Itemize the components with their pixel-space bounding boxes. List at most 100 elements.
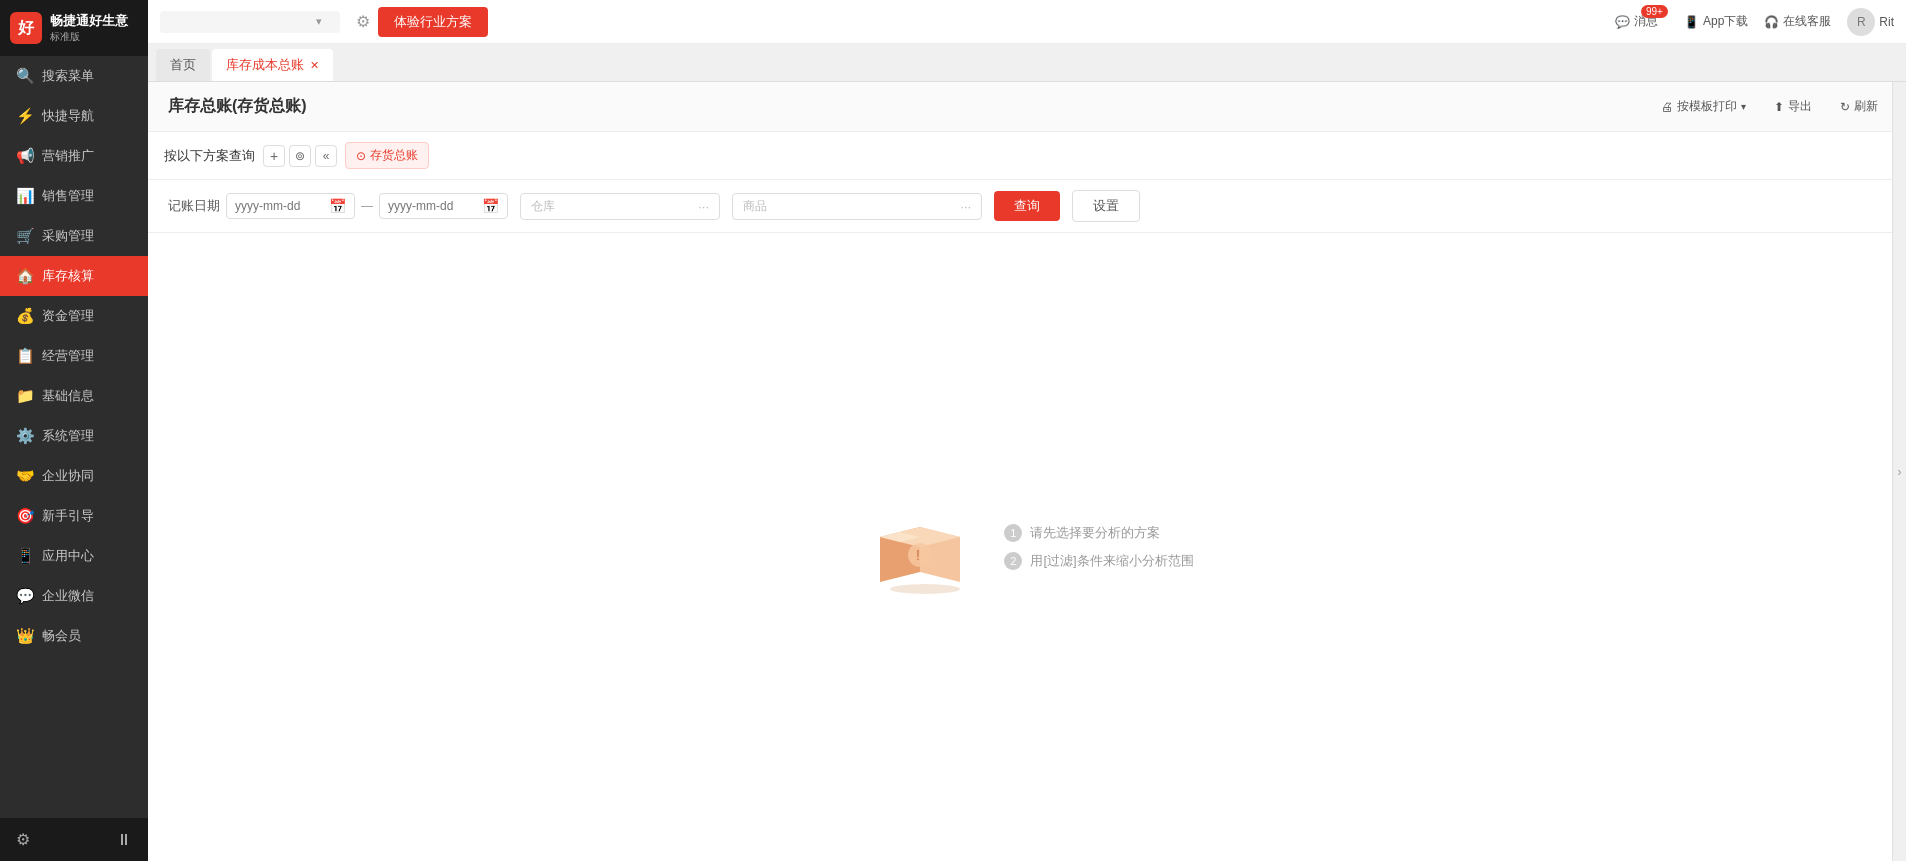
settings-footer-btn[interactable]: ⚙ <box>16 830 30 849</box>
sidebar-item-sales[interactable]: 📊 销售管理 <box>0 176 148 216</box>
tip-num-2: 2 <box>1004 552 1022 570</box>
sidebar-item-newbie[interactable]: 🎯 新手引导 <box>0 496 148 536</box>
svg-text:!: ! <box>916 547 920 563</box>
main-area: ▾ ⚙ 体验行业方案 💬 消息 99+ 📱 App下载 🎧 在线客服 R Rit <box>148 0 1906 861</box>
sidebar-item-marketing[interactable]: 📢 营销推广 <box>0 136 148 176</box>
date-label: 记账日期 <box>168 197 220 215</box>
warehouse-select[interactable]: 仓库 ··· <box>520 193 720 220</box>
svg-point-4 <box>908 543 932 567</box>
sidebar-item-search[interactable]: 🔍 搜索菜单 <box>0 56 148 96</box>
sidebar-label-funds: 资金管理 <box>42 307 94 325</box>
page-content: 库存总账(存货总账) 🖨 按模板打印 ▾ ⬆ 导出 ↻ 刷新 按以下方案查询 <box>148 82 1906 861</box>
tab-inventory-cost-label: 库存成本总账 <box>226 56 304 74</box>
topbar-dropdown-arrow[interactable]: ▾ <box>316 15 322 28</box>
goods-select[interactable]: 商品 ··· <box>732 193 982 220</box>
print-dropdown-icon[interactable]: ▾ <box>1741 101 1746 112</box>
avatar: R <box>1847 8 1875 36</box>
print-template-btn[interactable]: 🖨 按模板打印 ▾ <box>1653 94 1754 119</box>
empty-tip-2: 2 用[过滤]条件来缩小分析范围 <box>1004 552 1193 570</box>
sidebar-item-wecom[interactable]: 💬 企业微信 <box>0 576 148 616</box>
sidebar-icon-system: ⚙️ <box>16 427 34 445</box>
filter-area: 按以下方案查询 + ⊚ « ⊙ 存货总账 <box>148 132 1906 180</box>
user-area[interactable]: R Rit <box>1847 8 1894 36</box>
filter-tag-label: 存货总账 <box>370 147 418 164</box>
logo-text: 畅捷通好生意 标准版 <box>50 13 128 43</box>
filter-tag-icon: ⊙ <box>356 149 366 163</box>
sidebar-icon-marketing: 📢 <box>16 147 34 165</box>
filter-expand-btn[interactable]: « <box>315 145 337 167</box>
sidebar-label-system: 系统管理 <box>42 427 94 445</box>
sidebar-icon-purchase: 🛒 <box>16 227 34 245</box>
message-btn[interactable]: 💬 消息 99+ <box>1615 13 1658 30</box>
export-btn[interactable]: ⬆ 导出 <box>1766 94 1820 119</box>
date-separator: — <box>361 199 373 213</box>
sidebar-label-inventory: 库存核算 <box>42 267 94 285</box>
tab-close-btn[interactable]: ✕ <box>310 59 319 72</box>
trial-btn[interactable]: 体验行业方案 <box>378 7 488 37</box>
right-panel-arrow-icon: › <box>1898 465 1902 479</box>
sidebar-item-operation[interactable]: 📋 经营管理 <box>0 336 148 376</box>
warehouse-more-icon[interactable]: ··· <box>698 199 709 214</box>
goods-more-icon[interactable]: ··· <box>960 199 971 214</box>
online-service-label: 在线客服 <box>1783 13 1831 30</box>
settings-btn[interactable]: 设置 <box>1072 190 1140 222</box>
topbar-search-input[interactable] <box>170 15 310 29</box>
sidebar-footer: ⚙ ⏸ <box>0 818 148 861</box>
online-service-btn[interactable]: 🎧 在线客服 <box>1764 13 1831 30</box>
sidebar-item-basic[interactable]: 📁 基础信息 <box>0 376 148 416</box>
date-start-input[interactable] <box>235 199 325 213</box>
sidebar-label-basic: 基础信息 <box>42 387 94 405</box>
tab-home[interactable]: 首页 <box>156 49 210 81</box>
sidebar-label-cooperation: 企业协同 <box>42 467 94 485</box>
filter-actions: + ⊚ « <box>263 145 337 167</box>
sidebar-icon-cooperation: 🤝 <box>16 467 34 485</box>
empty-state: ! 1 请先选择要分析的方案 2 用[过滤]条件来缩小分析范围 <box>148 233 1906 861</box>
filter-collapse-btn[interactable]: ⊚ <box>289 145 311 167</box>
date-end-input[interactable] <box>388 199 478 213</box>
sidebar-item-member[interactable]: 👑 畅会员 <box>0 616 148 656</box>
tip-text-1: 请先选择要分析的方案 <box>1030 524 1160 542</box>
tab-inventory-cost[interactable]: 库存成本总账 ✕ <box>212 49 333 81</box>
sidebar-item-inventory[interactable]: 🏠 库存核算 <box>0 256 148 296</box>
tip-text-2: 用[过滤]条件来缩小分析范围 <box>1030 552 1193 570</box>
filter-tag-inventory[interactable]: ⊙ 存货总账 <box>345 142 429 169</box>
user-name: Rit <box>1879 15 1894 29</box>
topbar-left: ▾ ⚙ 体验行业方案 <box>160 7 488 37</box>
sidebar-item-purchase[interactable]: 🛒 采购管理 <box>0 216 148 256</box>
topbar-gear-icon[interactable]: ⚙ <box>356 12 370 31</box>
sidebar-icon-sales: 📊 <box>16 187 34 205</box>
refresh-btn[interactable]: ↻ 刷新 <box>1832 94 1886 119</box>
sidebar-item-apps[interactable]: 📱 应用中心 <box>0 536 148 576</box>
app-download-btn[interactable]: 📱 App下载 <box>1684 13 1748 30</box>
headset-icon: 🎧 <box>1764 15 1779 29</box>
right-panel[interactable]: › <box>1892 82 1906 861</box>
query-btn[interactable]: 查询 <box>994 191 1060 221</box>
filter-add-btn[interactable]: + <box>263 145 285 167</box>
calendar-start-icon[interactable]: 📅 <box>329 198 346 214</box>
sidebar: 好 畅捷通好生意 标准版 🔍 搜索菜单 ⚡ 快捷导航 📢 营销推广 📊 销售管理… <box>0 0 148 861</box>
sidebar-label-member: 畅会员 <box>42 627 81 645</box>
print-icon: 🖨 <box>1661 100 1673 114</box>
sidebar-icon-funds: 💰 <box>16 307 34 325</box>
sidebar-item-system[interactable]: ⚙️ 系统管理 <box>0 416 148 456</box>
topbar-search-area: ▾ <box>160 11 340 33</box>
audio-footer-btn[interactable]: ⏸ <box>116 831 132 849</box>
sidebar-label-purchase: 采购管理 <box>42 227 94 245</box>
warehouse-filter-field: 仓库 ··· <box>520 193 720 220</box>
sidebar-icon-inventory: 🏠 <box>16 267 34 285</box>
page-header-actions: 🖨 按模板打印 ▾ ⬆ 导出 ↻ 刷新 <box>1653 94 1886 119</box>
sidebar-item-cooperation[interactable]: 🤝 企业协同 <box>0 456 148 496</box>
warehouse-placeholder: 仓库 <box>531 198 555 215</box>
date-filter-field: 记账日期 📅 — 📅 <box>168 193 508 219</box>
sidebar-icon-quick-nav: ⚡ <box>16 107 34 125</box>
sidebar-logo: 好 畅捷通好生意 标准版 <box>0 0 148 56</box>
sidebar-item-quick-nav[interactable]: ⚡ 快捷导航 <box>0 96 148 136</box>
sidebar-label-marketing: 营销推广 <box>42 147 94 165</box>
message-icon: 💬 <box>1615 15 1630 29</box>
sidebar-nav: 🔍 搜索菜单 ⚡ 快捷导航 📢 营销推广 📊 销售管理 🛒 采购管理 🏠 库存核… <box>0 56 148 818</box>
sidebar-label-search: 搜索菜单 <box>42 67 94 85</box>
calendar-end-icon[interactable]: 📅 <box>482 198 499 214</box>
goods-filter-field: 商品 ··· <box>732 193 982 220</box>
topbar: ▾ ⚙ 体验行业方案 💬 消息 99+ 📱 App下载 🎧 在线客服 R Rit <box>148 0 1906 44</box>
sidebar-item-funds[interactable]: 💰 资金管理 <box>0 296 148 336</box>
